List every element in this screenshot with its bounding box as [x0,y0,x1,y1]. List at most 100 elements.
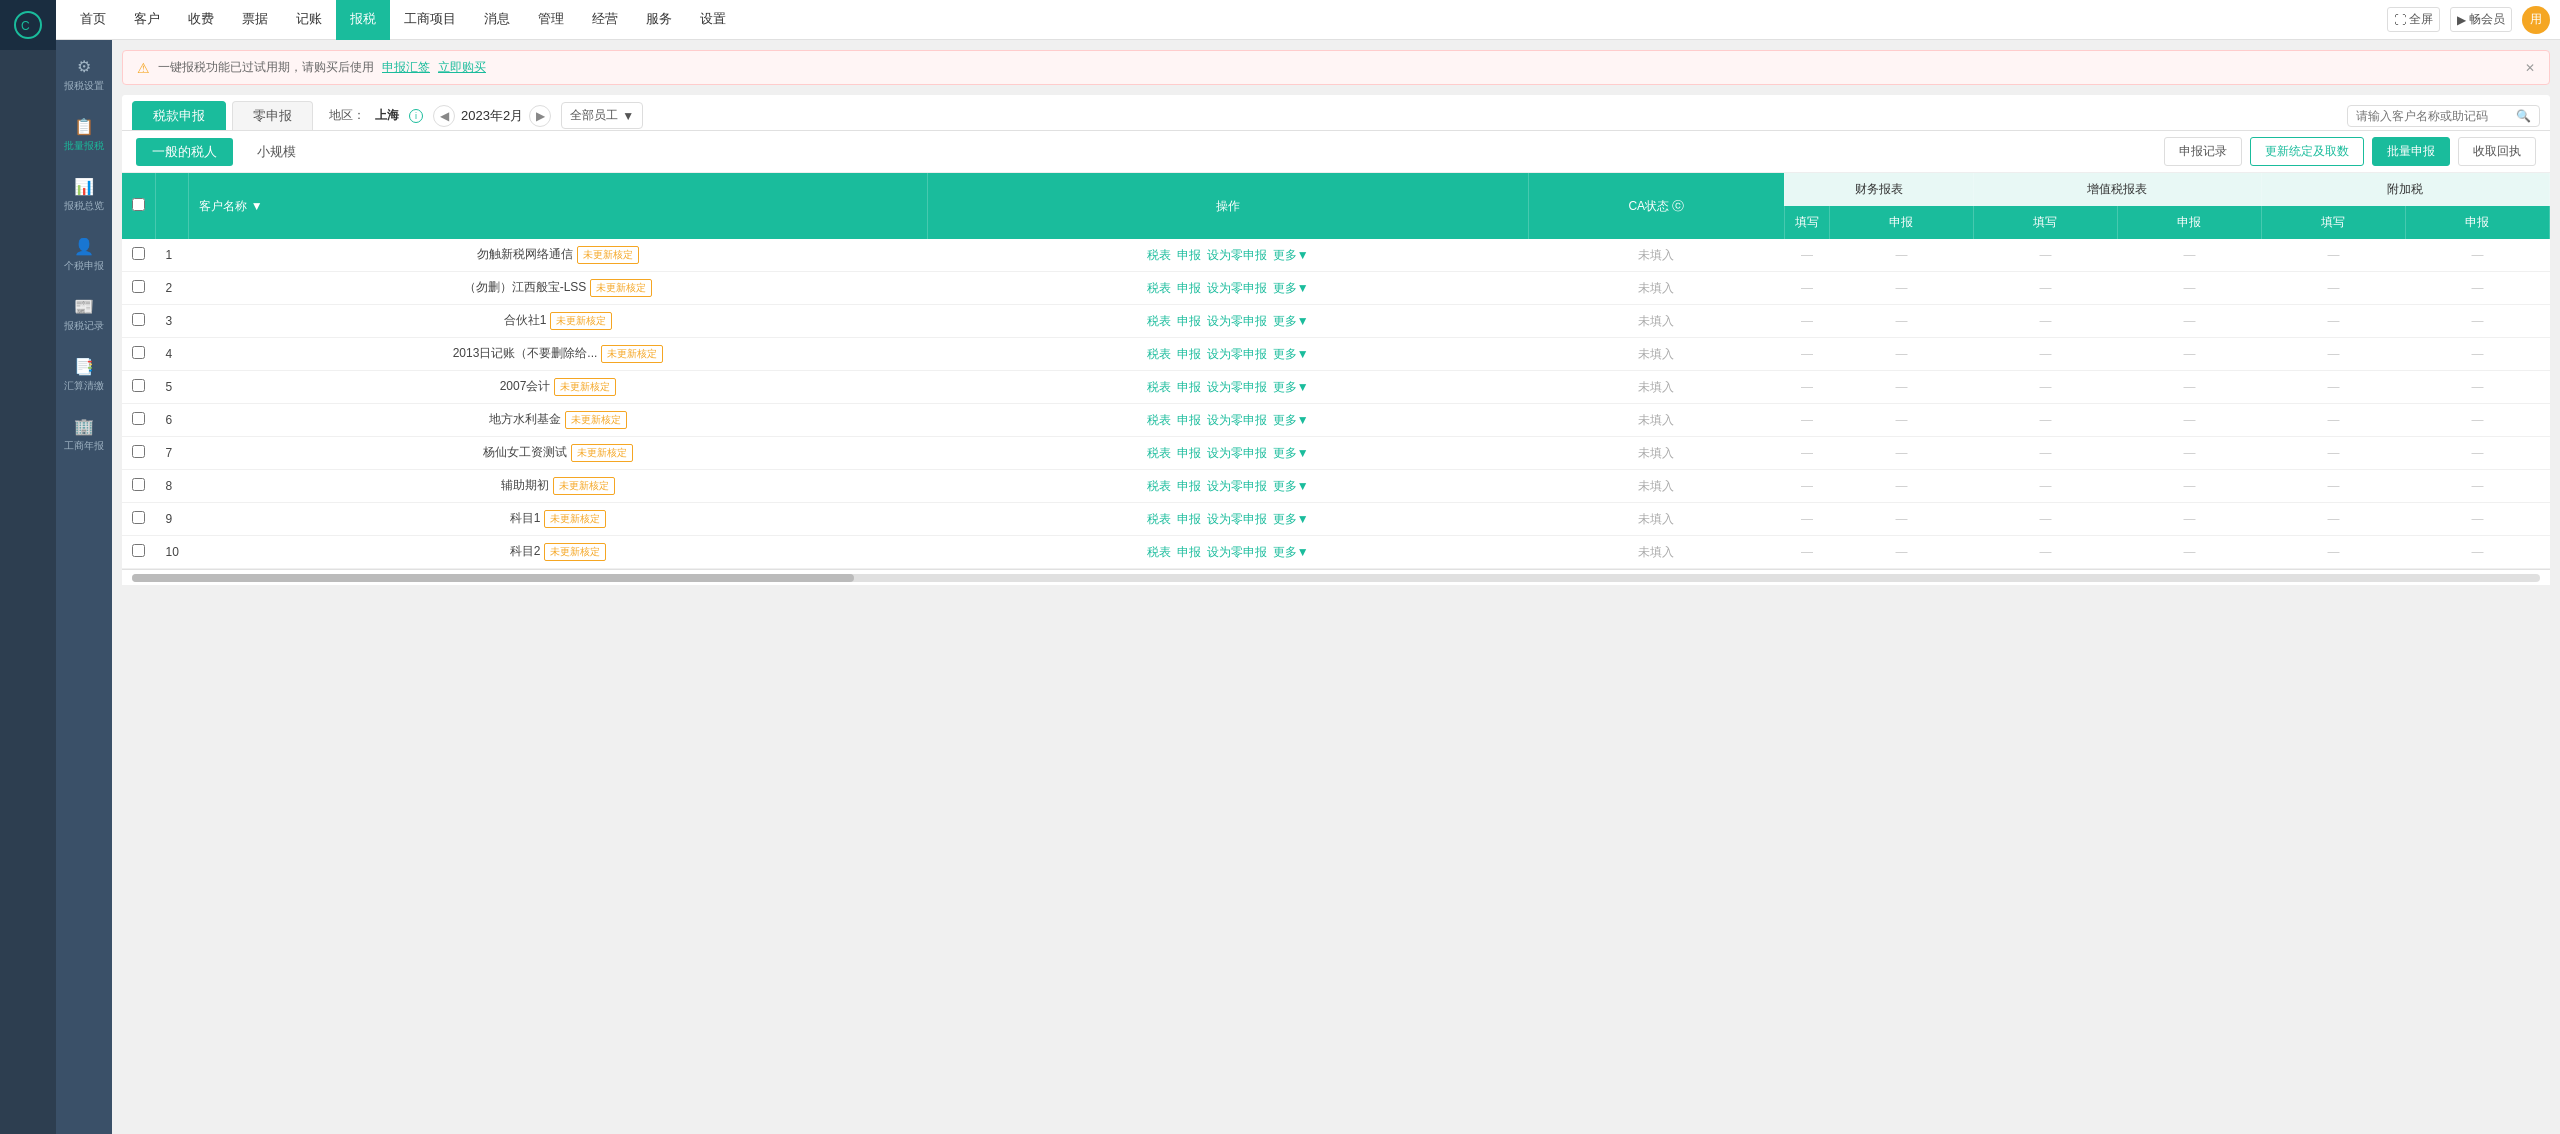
batch-declare-button[interactable]: 批量申报 [2372,137,2450,166]
op-更多[interactable]: 更多▼ [1273,281,1309,295]
op-更多[interactable]: 更多▼ [1273,446,1309,460]
retrieve-receipt-button[interactable]: 收取回执 [2458,137,2536,166]
nav-tax[interactable]: 报税 [336,0,390,40]
th-vat-fill: 填写 [1973,206,2117,239]
row-col-5: — [2405,470,2549,503]
nav-operations[interactable]: 经营 [578,0,632,40]
row-checkbox[interactable] [132,511,145,524]
search-input[interactable] [2356,109,2516,123]
horizontal-scrollbar[interactable] [122,569,2550,585]
nav-settings[interactable]: 设置 [686,0,740,40]
op-设为零申报[interactable]: 设为零申报 [1207,512,1267,526]
submenu-annual-settle[interactable]: 📑 汇算清缴 [56,345,112,405]
scroll-track[interactable] [132,574,2540,582]
op-更多[interactable]: 更多▼ [1273,347,1309,361]
op-更多[interactable]: 更多▼ [1273,248,1309,262]
op-税表[interactable]: 税表 [1147,314,1171,328]
scroll-thumb[interactable] [132,574,854,582]
op-设为零申报[interactable]: 设为零申报 [1207,446,1267,460]
region-info-icon[interactable]: i [409,109,423,123]
op-申报[interactable]: 申报 [1177,314,1201,328]
nav-admin[interactable]: 管理 [524,0,578,40]
row-checkbox[interactable] [132,346,145,359]
tab-tax-declare[interactable]: 税款申报 [132,101,226,130]
date-next-button[interactable]: ▶ [529,105,551,127]
nav-service[interactable]: 服务 [632,0,686,40]
op-更多[interactable]: 更多▼ [1273,380,1309,394]
op-税表[interactable]: 税表 [1147,281,1171,295]
op-更多[interactable]: 更多▼ [1273,314,1309,328]
op-申报[interactable]: 申报 [1177,347,1201,361]
op-设为零申报[interactable]: 设为零申报 [1207,545,1267,559]
submenu-tax-overview[interactable]: 📊 报税总览 [56,165,112,225]
submenu-personal-tax[interactable]: 👤 个税申报 [56,225,112,285]
banner-link-buy[interactable]: 立即购买 [438,59,486,76]
table-row: 7杨仙女工资测试未更新核定税表申报设为零申报更多▼未填入—————— [122,437,2550,470]
tab-zero-declare[interactable]: 零申报 [232,101,313,130]
department-select[interactable]: 全部员工 ▼ [561,102,643,129]
nav-bizproject[interactable]: 工商项目 [390,0,470,40]
select-all-checkbox[interactable] [132,198,145,211]
row-operations: 税表申报设为零申报更多▼ [927,437,1528,470]
op-更多[interactable]: 更多▼ [1273,512,1309,526]
nav-billing[interactable]: 收费 [174,0,228,40]
tab-general-taxpayer[interactable]: 一般的税人 [136,138,233,166]
op-申报[interactable]: 申报 [1177,380,1201,394]
banner-close-button[interactable]: ✕ [2525,61,2535,75]
op-更多[interactable]: 更多▼ [1273,545,1309,559]
nav-home[interactable]: 首页 [66,0,120,40]
op-更多[interactable]: 更多▼ [1273,479,1309,493]
op-设为零申报[interactable]: 设为零申报 [1207,248,1267,262]
nav-invoice[interactable]: 票据 [228,0,282,40]
op-设为零申报[interactable]: 设为零申报 [1207,380,1267,394]
op-税表[interactable]: 税表 [1147,347,1171,361]
banner-link-submit[interactable]: 申报汇签 [382,59,430,76]
op-税表[interactable]: 税表 [1147,248,1171,262]
row-checkbox[interactable] [132,313,145,326]
op-申报[interactable]: 申报 [1177,479,1201,493]
declare-records-button[interactable]: 申报记录 [2164,137,2242,166]
op-税表[interactable]: 税表 [1147,413,1171,427]
row-checkbox[interactable] [132,280,145,293]
update-confirm-button[interactable]: 更新统定及取数 [2250,137,2364,166]
member-button[interactable]: ▶ 畅会员 [2450,7,2512,32]
nav-accounting[interactable]: 记账 [282,0,336,40]
nav-message[interactable]: 消息 [470,0,524,40]
op-设为零申报[interactable]: 设为零申报 [1207,281,1267,295]
submenu-tax-settings[interactable]: ⚙ 报税设置 [56,45,112,105]
row-checkbox[interactable] [132,478,145,491]
op-税表[interactable]: 税表 [1147,380,1171,394]
submenu-tax-records[interactable]: 📰 报税记录 [56,285,112,345]
th-checkbox [122,173,156,239]
op-设为零申报[interactable]: 设为零申报 [1207,347,1267,361]
op-税表[interactable]: 税表 [1147,512,1171,526]
dept-select-chevron-icon: ▼ [622,109,634,123]
op-设为零申报[interactable]: 设为零申报 [1207,314,1267,328]
op-设为零申报[interactable]: 设为零申报 [1207,413,1267,427]
row-checkbox[interactable] [132,412,145,425]
op-税表[interactable]: 税表 [1147,446,1171,460]
user-avatar[interactable]: 用 [2522,6,2550,34]
op-申报[interactable]: 申报 [1177,248,1201,262]
op-税表[interactable]: 税表 [1147,479,1171,493]
op-申报[interactable]: 申报 [1177,446,1201,460]
op-申报[interactable]: 申报 [1177,512,1201,526]
op-税表[interactable]: 税表 [1147,545,1171,559]
op-申报[interactable]: 申报 [1177,545,1201,559]
search-icon[interactable]: 🔍 [2516,109,2531,123]
fullscreen-button[interactable]: ⛶ 全屏 [2387,7,2440,32]
row-customer-name: 科目2未更新核定 [189,536,927,569]
nav-customer[interactable]: 客户 [120,0,174,40]
submenu-batch-tax[interactable]: 📋 批量报税 [56,105,112,165]
op-设为零申报[interactable]: 设为零申报 [1207,479,1267,493]
op-更多[interactable]: 更多▼ [1273,413,1309,427]
row-checkbox[interactable] [132,379,145,392]
row-checkbox[interactable] [132,247,145,260]
tab-small-scale[interactable]: 小规模 [241,138,312,166]
row-checkbox[interactable] [132,445,145,458]
date-prev-button[interactable]: ◀ [433,105,455,127]
op-申报[interactable]: 申报 [1177,413,1201,427]
submenu-biz-annual[interactable]: 🏢 工商年报 [56,405,112,465]
op-申报[interactable]: 申报 [1177,281,1201,295]
row-checkbox[interactable] [132,544,145,557]
